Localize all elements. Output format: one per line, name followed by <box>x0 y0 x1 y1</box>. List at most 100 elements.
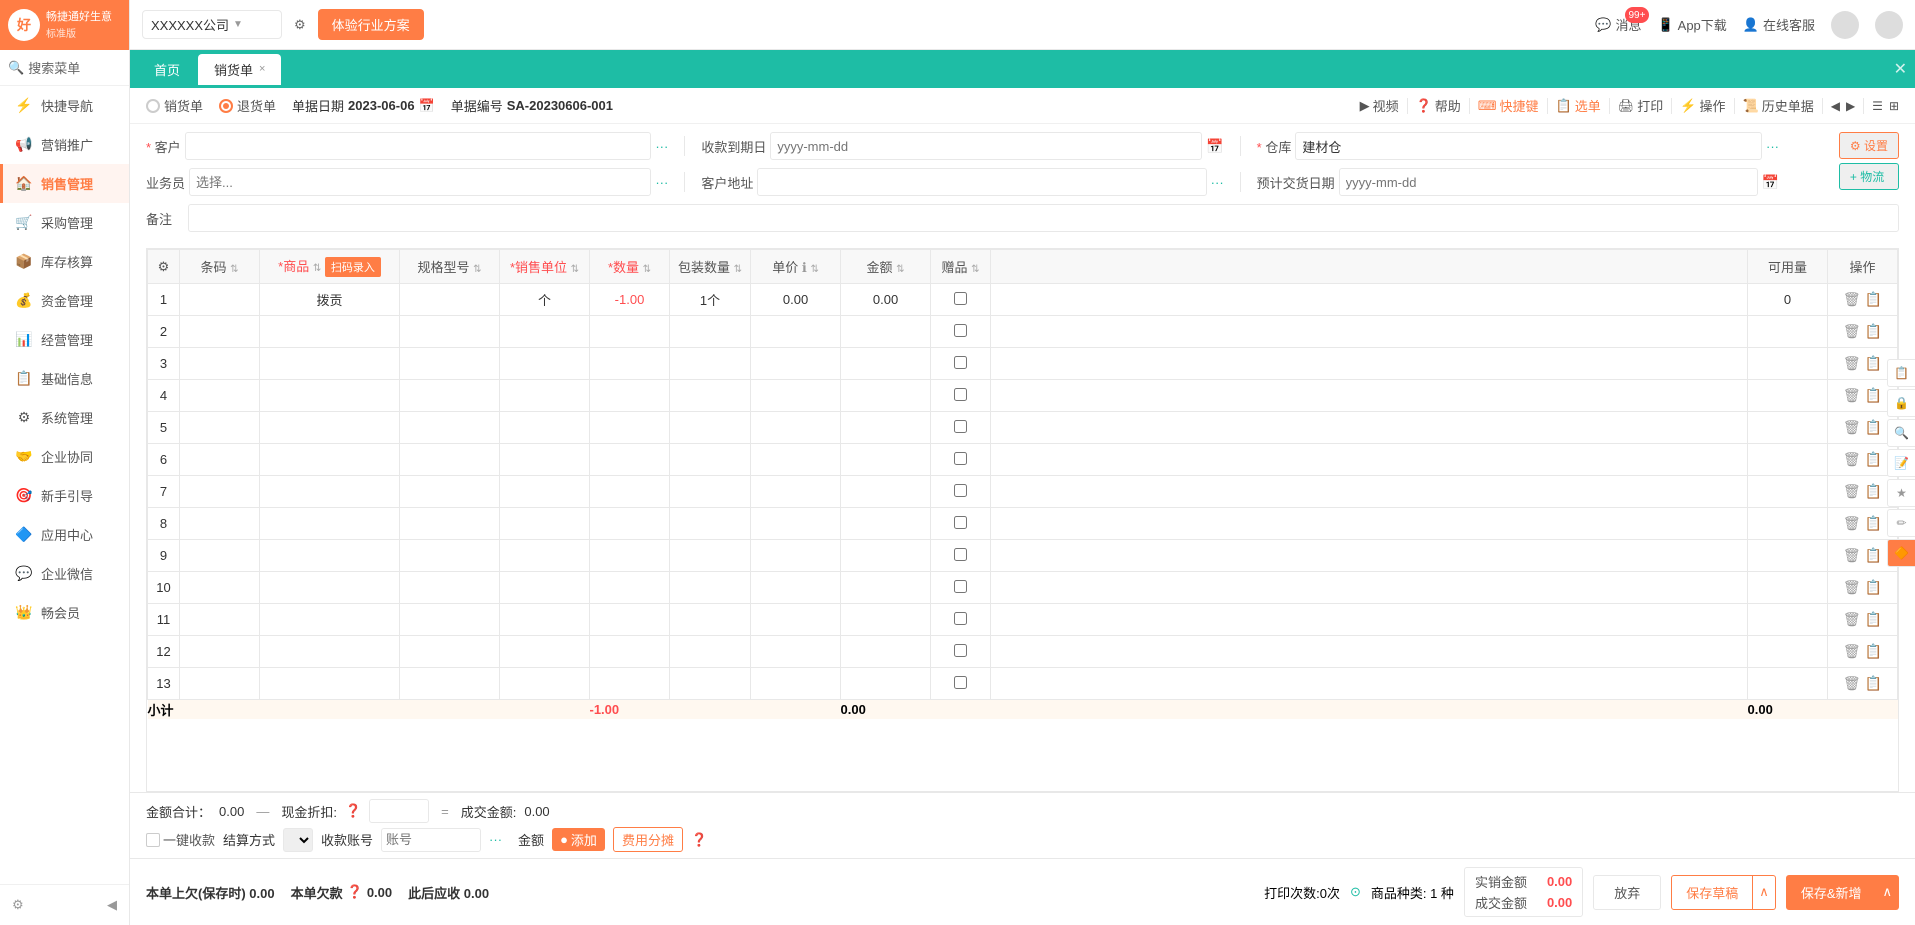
cell-unit-price[interactable]: 0.00 <box>751 284 841 316</box>
cell-gift[interactable] <box>931 540 991 572</box>
app-download-btn[interactable]: 📱 App下载 <box>1657 15 1726 34</box>
delete-icon[interactable]: 🗑 <box>1843 643 1861 660</box>
delete-icon[interactable]: 🗑 <box>1843 675 1861 692</box>
sidebar-item-operations[interactable]: 📊 经营管理 <box>0 320 129 359</box>
float-btn-4[interactable]: 📝 <box>1887 449 1915 477</box>
collapse-btn[interactable]: ◀ <box>103 893 121 917</box>
cell-product[interactable] <box>260 444 400 476</box>
cell-qty[interactable]: -1.00 <box>590 284 670 316</box>
cell-product[interactable] <box>260 412 400 444</box>
copy-icon[interactable]: 📋 <box>1865 419 1882 436</box>
copy-icon[interactable]: 📋 <box>1865 579 1882 596</box>
cell-spec[interactable] <box>400 604 500 636</box>
cell-qty[interactable] <box>590 508 670 540</box>
cell-pkg-qty[interactable] <box>670 668 751 700</box>
avatar2[interactable] <box>1875 11 1903 39</box>
float-btn-7[interactable]: 🔶 <box>1887 539 1915 567</box>
toolbar-list-view[interactable]: ☰ <box>1872 99 1883 113</box>
cell-qty[interactable] <box>590 572 670 604</box>
salesperson-input[interactable] <box>189 168 651 196</box>
cell-barcode[interactable] <box>180 380 260 412</box>
cell-gift[interactable] <box>931 316 991 348</box>
setup-btn[interactable]: ⚙ 设置 <box>1839 132 1899 159</box>
cell-remark[interactable] <box>991 508 1748 540</box>
cell-qty[interactable] <box>590 604 670 636</box>
toolbar-operate[interactable]: ⚡ 操作 <box>1680 96 1725 115</box>
cell-spec[interactable] <box>400 284 500 316</box>
expense-help-icon[interactable]: ❓ <box>691 832 707 848</box>
sidebar-item-purchase[interactable]: 🛒 采购管理 <box>0 203 129 242</box>
customer-addr-dots[interactable]: ··· <box>1211 175 1224 190</box>
cell-unit[interactable] <box>500 540 590 572</box>
cell-unit[interactable] <box>500 572 590 604</box>
copy-icon[interactable]: 📋 <box>1865 323 1882 340</box>
toolbar-grid-view[interactable]: ⊞ <box>1889 99 1899 113</box>
cell-amount[interactable] <box>841 572 931 604</box>
settings-btn[interactable]: ⚙ <box>8 893 28 917</box>
cell-qty[interactable] <box>590 476 670 508</box>
one-click-payment[interactable]: 一键收款 <box>146 830 215 849</box>
toolbar-history[interactable]: 📜 历史单据 <box>1743 96 1814 115</box>
cell-gift[interactable] <box>931 668 991 700</box>
cell-remark[interactable] <box>991 380 1748 412</box>
cell-remark[interactable] <box>991 348 1748 380</box>
save-draft-arrow[interactable]: ∧ <box>1753 875 1776 910</box>
cell-amount[interactable] <box>841 636 931 668</box>
customer-addr-input[interactable] <box>757 168 1206 196</box>
cell-unit-price[interactable] <box>751 604 841 636</box>
cell-qty[interactable] <box>590 380 670 412</box>
cell-barcode[interactable] <box>180 412 260 444</box>
cell-unit[interactable] <box>500 604 590 636</box>
cell-product[interactable]: 拨贡 <box>260 284 400 316</box>
cell-gift[interactable] <box>931 636 991 668</box>
cell-unit[interactable] <box>500 476 590 508</box>
calc-method-select[interactable] <box>283 828 313 852</box>
cell-pkg-qty[interactable]: 1个 <box>670 284 751 316</box>
cell-gift[interactable] <box>931 284 991 316</box>
cell-pkg-qty[interactable] <box>670 444 751 476</box>
toolbar-prev[interactable]: ◀ <box>1831 99 1840 113</box>
cell-product[interactable] <box>260 604 400 636</box>
cell-qty[interactable] <box>590 316 670 348</box>
toolbar-shortcut[interactable]: ⌨ 快捷键 <box>1478 96 1539 115</box>
account-input[interactable] <box>381 828 481 852</box>
help-icon[interactable]: ❓ <box>345 803 361 819</box>
topbar-gear-icon[interactable]: ⚙ <box>290 13 310 37</box>
cell-spec[interactable] <box>400 348 500 380</box>
toolbar-select[interactable]: 📋 选单 <box>1556 96 1601 115</box>
avatar[interactable] <box>1831 11 1859 39</box>
sidebar-item-appstore[interactable]: 🔷 应用中心 <box>0 515 129 554</box>
cell-remark[interactable] <box>991 572 1748 604</box>
cell-barcode[interactable] <box>180 284 260 316</box>
cell-remark[interactable] <box>991 412 1748 444</box>
customer-dots[interactable]: ··· <box>655 139 668 154</box>
cell-product[interactable] <box>260 540 400 572</box>
cell-unit[interactable] <box>500 412 590 444</box>
tab-home[interactable]: 首页 <box>138 54 196 85</box>
copy-icon[interactable]: 📋 <box>1865 291 1882 308</box>
salesperson-dots[interactable]: ··· <box>655 175 668 190</box>
copy-icon[interactable]: 📋 <box>1865 515 1882 532</box>
discount-input[interactable] <box>369 799 429 823</box>
cell-remark[interactable] <box>991 604 1748 636</box>
cell-unit-price[interactable] <box>751 540 841 572</box>
cell-barcode[interactable] <box>180 540 260 572</box>
delete-icon[interactable]: 🗑 <box>1843 355 1861 372</box>
cell-qty[interactable] <box>590 348 670 380</box>
cell-pkg-qty[interactable] <box>670 572 751 604</box>
cell-unit[interactable] <box>500 348 590 380</box>
sidebar-item-system[interactable]: ⚙ 系统管理 <box>0 398 129 437</box>
cell-amount[interactable] <box>841 412 931 444</box>
cell-pkg-qty[interactable] <box>670 636 751 668</box>
sidebar-item-quick-nav[interactable]: ⚡ 快捷导航 <box>0 86 129 125</box>
cell-pkg-qty[interactable] <box>670 508 751 540</box>
cell-unit-price[interactable] <box>751 668 841 700</box>
cell-gift[interactable] <box>931 412 991 444</box>
cell-unit-price[interactable] <box>751 476 841 508</box>
note-input[interactable] <box>188 204 1899 232</box>
cell-unit[interactable]: 个 <box>500 284 590 316</box>
cell-unit[interactable] <box>500 668 590 700</box>
save-new-btn[interactable]: 保存&新增 <box>1786 875 1877 910</box>
cell-gift[interactable] <box>931 380 991 412</box>
sidebar-item-sales[interactable]: 🏠 销售管理 <box>0 164 129 203</box>
